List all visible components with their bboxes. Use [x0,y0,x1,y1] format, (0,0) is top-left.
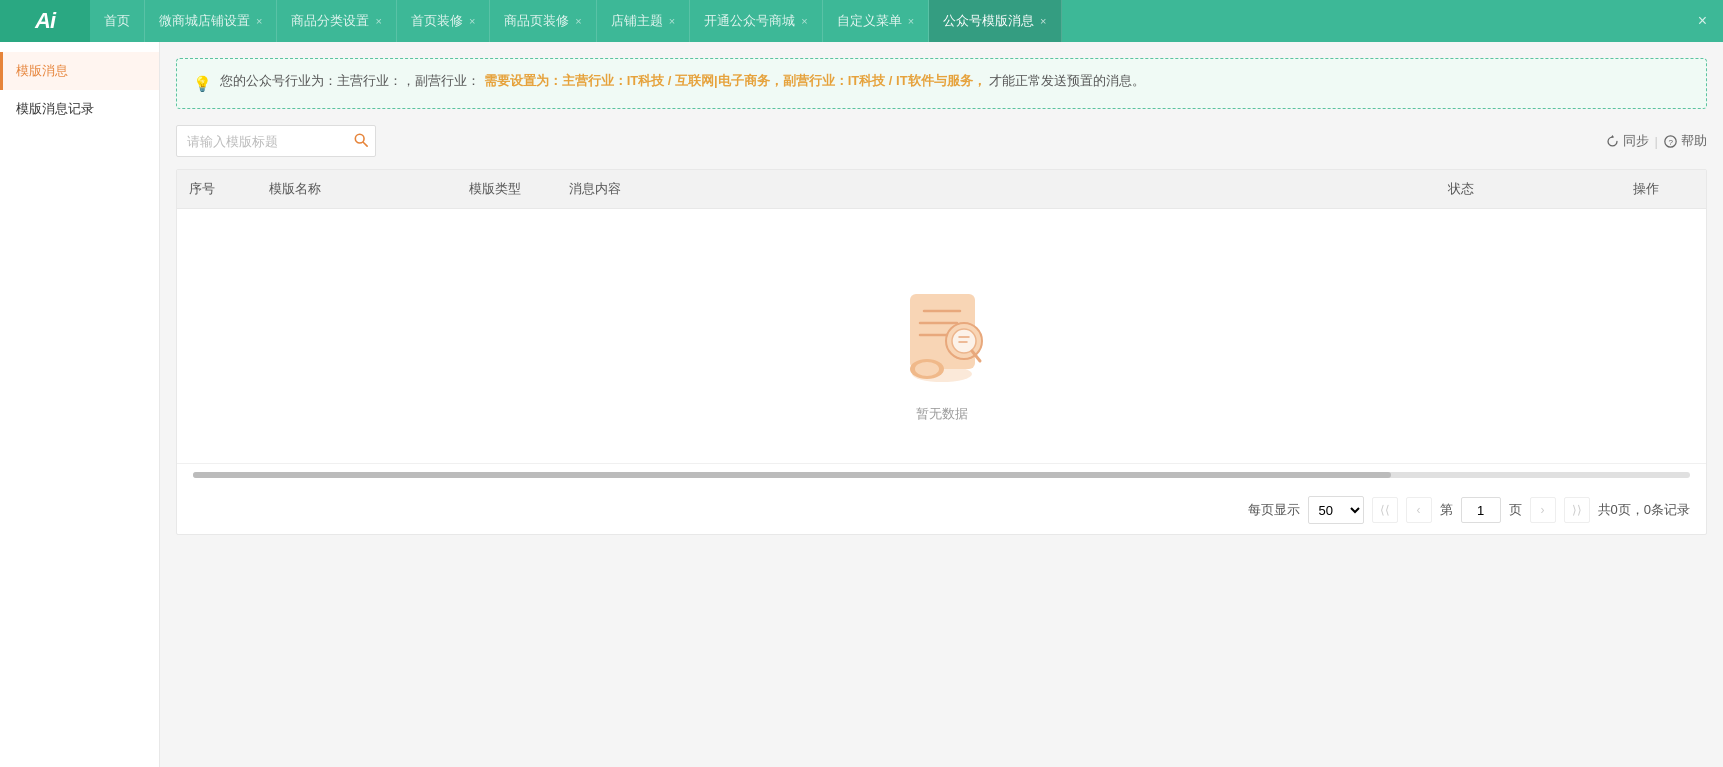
nav-tab-openstore-close[interactable]: × [801,15,807,27]
svg-point-7 [915,362,939,376]
empty-text: 暂无数据 [916,405,968,423]
nav-tab-productpage-close[interactable]: × [575,15,581,27]
nav-tab-theme-close[interactable]: × [669,15,675,27]
app-logo: Ai [0,0,90,42]
th-name: 模版名称 [257,180,457,198]
scrollbar-track[interactable] [193,472,1690,478]
nav-tab-productpage-label: 商品页装修 [504,12,569,30]
sync-label: 同步 [1623,132,1649,150]
search-button[interactable] [354,133,368,150]
scrollbar-thumb [193,472,1391,478]
nav-tab-home[interactable]: 首页 [90,0,145,42]
search-bar: 同步 | ? 帮助 [176,125,1707,157]
sidebar-item-record[interactable]: 模版消息记录 [0,90,159,128]
notice-text: 您的公众号行业为：主营行业：，副营行业： 需要设置为：主营行业：IT科技 / 互… [220,71,1145,92]
page-last-button[interactable]: ⟩⟩ [1564,497,1590,523]
sidebar-item-template[interactable]: 模版消息 [0,52,159,90]
nav-tab-category[interactable]: 商品分类设置 × [277,0,396,42]
main-layout: 模版消息 模版消息记录 💡 您的公众号行业为：主营行业：，副营行业： 需要设置为… [0,42,1723,767]
scrollbar-wrap [177,463,1706,486]
notice-suffix: 才能正常发送预置的消息。 [989,73,1145,88]
nav-tab-theme-label: 店铺主题 [611,12,663,30]
data-table: 序号 模版名称 模版类型 消息内容 状态 操作 [176,169,1707,535]
page-suffix: 页 [1509,501,1522,519]
nav-tab-templatemsg-label: 公众号模版消息 [943,12,1034,30]
search-left [176,125,376,157]
per-page-label: 每页显示 [1248,501,1300,519]
nav-tab-openstore-label: 开通公众号商城 [704,12,795,30]
page-label: 第 [1440,501,1453,519]
sync-button[interactable]: 同步 [1606,132,1649,150]
table-header: 序号 模版名称 模版类型 消息内容 状态 操作 [177,170,1706,209]
nav-tab-theme[interactable]: 店铺主题 × [597,0,690,42]
search-input[interactable] [176,125,376,157]
page-first-button[interactable]: ⟨⟨ [1372,497,1398,523]
nav-tab-weshop-close[interactable]: × [256,15,262,27]
svg-text:?: ? [1668,137,1673,146]
top-nav: Ai 首页 微商城店铺设置 × 商品分类设置 × 首页装修 × 商品页装修 × … [0,0,1723,42]
page-prev-button[interactable]: ‹ [1406,497,1432,523]
nav-tab-homepage[interactable]: 首页装修 × [397,0,490,42]
page-next-button[interactable]: › [1530,497,1556,523]
nav-tab-homepage-close[interactable]: × [469,15,475,27]
nav-tab-category-close[interactable]: × [375,15,381,27]
help-label: 帮助 [1681,132,1707,150]
search-right-divider: | [1655,134,1658,149]
empty-icon [882,269,1002,389]
nav-tab-weshop-label: 微商城店铺设置 [159,12,250,30]
pagination: 每页显示 50 10 20 100 ⟨⟨ ‹ 第 页 › ⟩⟩ 共0页，0条记录 [177,486,1706,534]
svg-line-1 [363,142,367,146]
nav-tab-templatemsg-close[interactable]: × [1040,15,1046,27]
notice-prefix: 您的公众号行业为：主营行业：，副营行业： [220,73,480,88]
nav-tab-category-label: 商品分类设置 [291,12,369,30]
logo-text: Ai [35,8,55,34]
sidebar-item-template-label: 模版消息 [16,63,68,78]
close-all-button[interactable]: × [1682,0,1723,42]
th-seq: 序号 [177,180,257,198]
help-button[interactable]: ? 帮助 [1664,132,1707,150]
notice-highlight: 需要设置为：主营行业：IT科技 / 互联网|电子商务，副营行业：IT科技 / I… [484,73,986,88]
page-number-input[interactable] [1461,497,1501,523]
total-text: 共0页，0条记录 [1598,501,1690,519]
notice-banner: 💡 您的公众号行业为：主营行业：，副营行业： 需要设置为：主营行业：IT科技 /… [176,58,1707,109]
th-status: 状态 [1436,180,1586,198]
svg-point-12 [952,329,976,353]
search-right: 同步 | ? 帮助 [1606,132,1707,150]
page-size-select[interactable]: 50 10 20 100 [1308,496,1364,524]
content-area: 💡 您的公众号行业为：主营行业：，副营行业： 需要设置为：主营行业：IT科技 /… [160,42,1723,767]
nav-tab-custommenu[interactable]: 自定义菜单 × [823,0,929,42]
nav-tab-homepage-label: 首页装修 [411,12,463,30]
nav-tab-openstore[interactable]: 开通公众号商城 × [690,0,822,42]
bulb-icon: 💡 [193,72,212,96]
sidebar-item-record-label: 模版消息记录 [16,101,94,116]
th-action: 操作 [1586,180,1706,198]
nav-tab-productpage[interactable]: 商品页装修 × [490,0,596,42]
nav-tab-templatemsg[interactable]: 公众号模版消息 × [929,0,1061,42]
empty-state: 暂无数据 [177,209,1706,463]
sidebar: 模版消息 模版消息记录 [0,42,160,767]
th-type: 模版类型 [457,180,557,198]
nav-tab-custommenu-label: 自定义菜单 [837,12,902,30]
nav-tab-weshop[interactable]: 微商城店铺设置 × [145,0,277,42]
th-content: 消息内容 [557,180,1436,198]
nav-tab-custommenu-close[interactable]: × [908,15,914,27]
search-input-wrap [176,125,376,157]
nav-tab-home-label: 首页 [104,12,130,30]
